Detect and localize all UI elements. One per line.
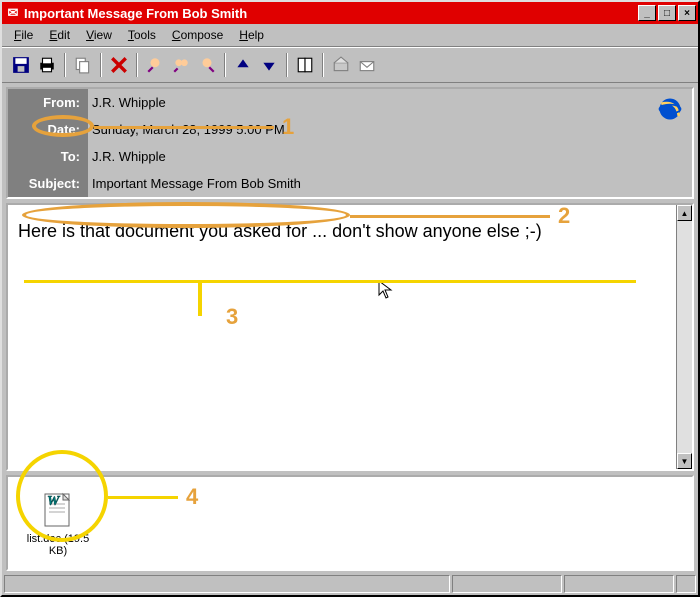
message-body-pane: Here is that document you asked for ... … [6,203,694,471]
statusbar [2,573,698,595]
delete-icon[interactable] [107,53,131,77]
separator [136,53,138,77]
scroll-down-button[interactable]: ▼ [677,453,692,469]
separator [100,53,102,77]
separator [224,53,226,77]
resize-grip[interactable] [676,575,696,593]
save-icon[interactable] [9,53,33,77]
word-doc-icon: W [41,490,75,530]
mail-app-icon: ✉ [4,5,22,21]
from-value: J.R. Whipple [88,89,692,116]
vertical-scrollbar[interactable]: ▲ ▼ [676,205,692,469]
menu-edit[interactable]: Edit [41,26,78,44]
next-icon[interactable] [257,53,281,77]
toolbar [2,47,698,83]
to-label: To: [8,143,88,170]
inbox-icon[interactable] [329,53,353,77]
menu-tools[interactable]: Tools [120,26,164,44]
header-values: J.R. Whipple Sunday, March 28, 1999 5:00… [88,89,692,197]
sendrecv-icon[interactable] [355,53,379,77]
date-value: Sunday, March 28, 1999 5:00 PM [88,116,692,143]
ie-logo-icon [656,95,684,126]
status-cell [452,575,562,593]
print-icon[interactable] [35,53,59,77]
subject-value: Important Message From Bob Smith [88,170,692,197]
status-cell [4,575,450,593]
date-label: Date: [8,116,88,143]
prev-icon[interactable] [231,53,255,77]
header-labels: From: Date: To: Subject: [8,89,88,197]
menu-view[interactable]: View [78,26,120,44]
maximize-button[interactable]: □ [658,5,676,21]
separator [322,53,324,77]
scroll-track[interactable] [677,221,692,453]
reply-all-icon[interactable] [169,53,193,77]
menu-compose[interactable]: Compose [164,26,231,44]
titlebar: ✉ Important Message From Bob Smith _ □ × [2,2,698,24]
close-button[interactable]: × [678,5,696,21]
subject-label: Subject: [8,170,88,197]
message-body-text: Here is that document you asked for ... … [18,221,542,241]
window-title: Important Message From Bob Smith [22,6,636,21]
status-cell [564,575,674,593]
message-header-pane: From: Date: To: Subject: J.R. Whipple Su… [6,87,694,199]
attachment-pane: W list.doc (19.5 KB) [6,475,694,571]
cursor-icon [378,280,394,305]
attachment-item[interactable]: W list.doc (19.5 KB) [18,490,98,557]
reply-icon[interactable] [143,53,167,77]
addressbook-icon[interactable] [293,53,317,77]
outlook-express-window: ✉ Important Message From Bob Smith _ □ ×… [0,0,700,597]
separator [64,53,66,77]
to-value: J.R. Whipple [88,143,692,170]
from-label: From: [8,89,88,116]
menubar: File Edit View Tools Compose Help [2,24,698,47]
menu-help[interactable]: Help [231,26,272,44]
attachment-filename: list.doc (19.5 KB) [18,533,98,557]
copy-icon[interactable] [71,53,95,77]
scroll-up-button[interactable]: ▲ [677,205,692,221]
menu-file[interactable]: File [6,26,41,44]
svg-text:W: W [47,494,61,509]
forward-icon[interactable] [195,53,219,77]
minimize-button[interactable]: _ [638,5,656,21]
separator [286,53,288,77]
